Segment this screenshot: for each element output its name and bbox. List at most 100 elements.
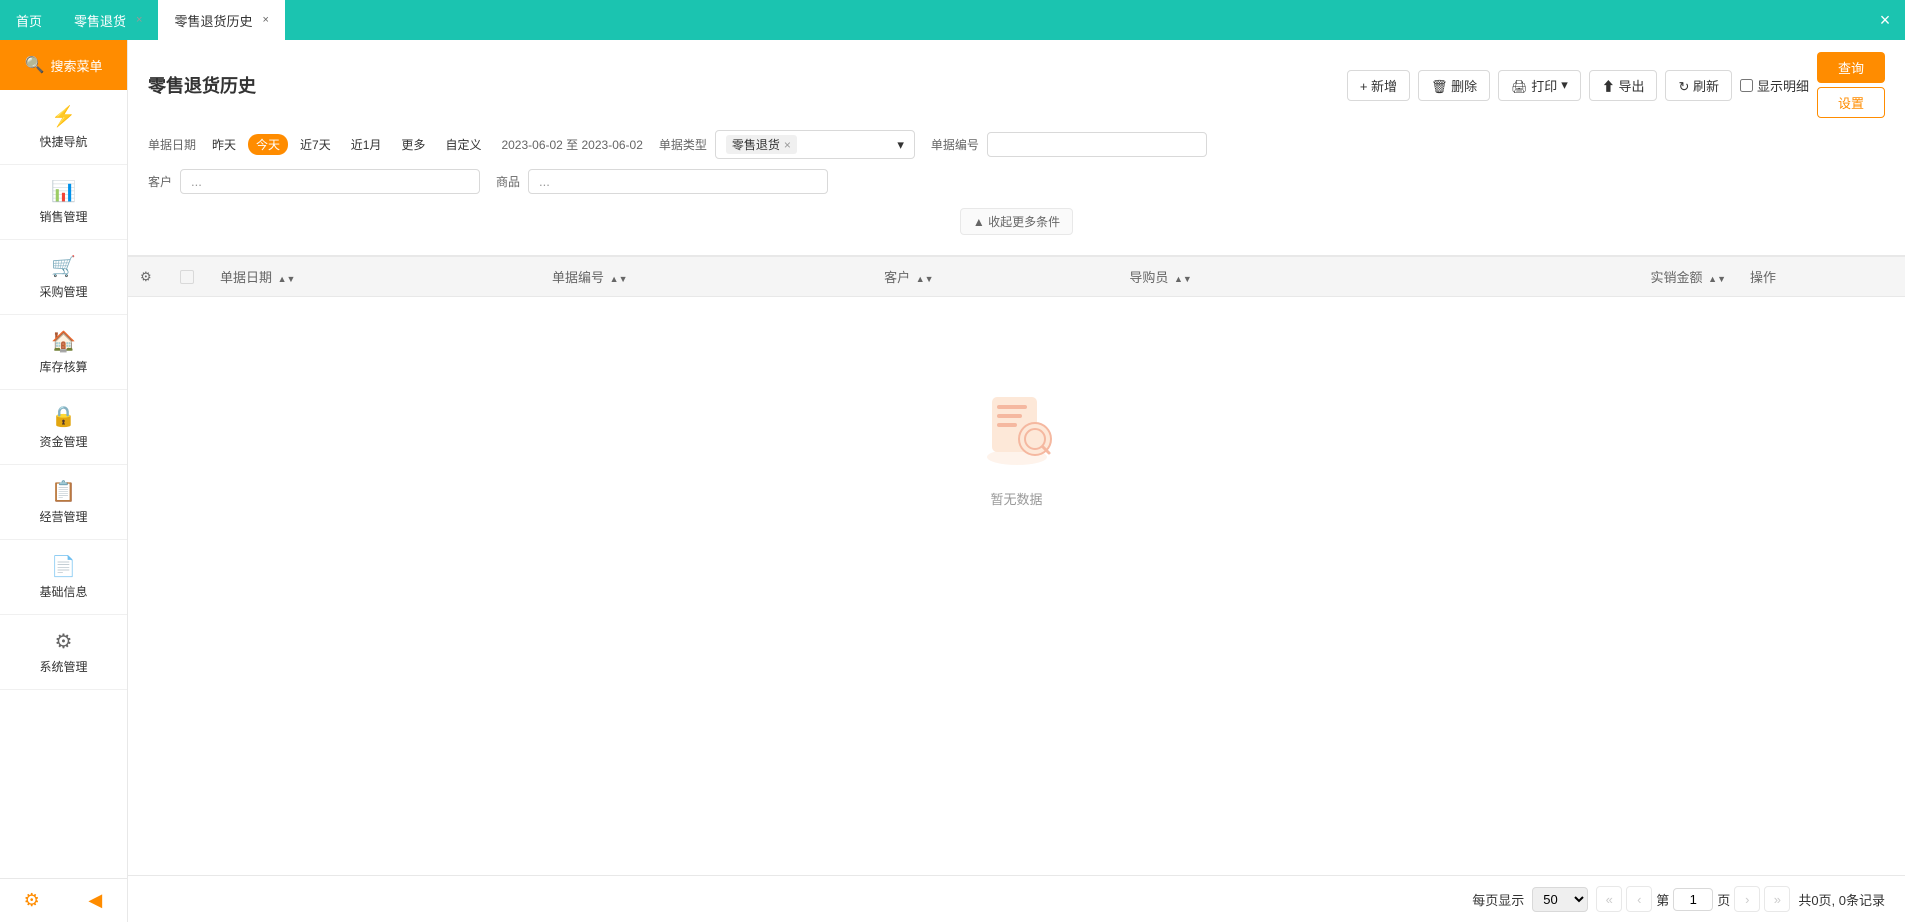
search-menu-button[interactable]: 🔍 搜索菜单 bbox=[0, 40, 127, 90]
last-page-button[interactable]: » bbox=[1764, 886, 1790, 912]
prev-page-button[interactable]: ‹ bbox=[1626, 886, 1652, 912]
filter-section: 零售退货历史 + 新增 🗑 删除 🖨 打印 ▾ ⬆ 导出 bbox=[128, 40, 1905, 256]
date-opt-custom[interactable]: 自定义 bbox=[437, 134, 489, 155]
next-page-icon: › bbox=[1745, 892, 1749, 907]
sidebar-item-quick-nav[interactable]: ⚡ 快捷导航 bbox=[0, 90, 127, 165]
bill-no-input[interactable] bbox=[987, 132, 1207, 157]
bill-type-tag: 零售退货 × bbox=[726, 135, 797, 154]
tab-retail-return-history-close[interactable]: × bbox=[262, 14, 268, 26]
print-dropdown-icon: ▾ bbox=[1561, 77, 1568, 93]
bill-no-label: 单据编号 bbox=[931, 136, 979, 153]
amount-sort-arrows: ▲▼ bbox=[1708, 275, 1726, 284]
total-records: 共0页, 0条记录 bbox=[1798, 890, 1885, 909]
display-detail-checkbox[interactable] bbox=[1740, 79, 1753, 92]
col-date[interactable]: 单据日期 ▲▼ bbox=[208, 257, 540, 297]
next-page-button[interactable]: › bbox=[1734, 886, 1760, 912]
goods-label: 商品 bbox=[496, 173, 520, 190]
query-button[interactable]: 查询 bbox=[1817, 52, 1885, 83]
sidebar-item-basic-info[interactable]: 📄 基础信息 bbox=[0, 540, 127, 615]
bill-type-tag-close[interactable]: × bbox=[784, 138, 791, 152]
collapse-filters-button[interactable]: ▲ 收起更多条件 bbox=[960, 208, 1073, 235]
tab-retail-return[interactable]: 零售退货 × bbox=[58, 0, 158, 40]
col-date-label: 单据日期 bbox=[220, 270, 272, 285]
bill-type-select[interactable]: 零售退货 × ▾ bbox=[715, 130, 915, 159]
filter-settings-label: 设置 bbox=[1838, 96, 1864, 111]
sidebar-item-system-mgmt[interactable]: ⚙ 系统管理 bbox=[0, 615, 127, 690]
delete-button-label: 🗑 删除 bbox=[1431, 76, 1477, 95]
date-opt-yesterday[interactable]: 昨天 bbox=[204, 134, 244, 155]
col-customer-label: 客户 bbox=[884, 270, 910, 285]
system-mgmt-icon: ⚙ bbox=[55, 629, 73, 654]
col-bill-no[interactable]: 单据编号 ▲▼ bbox=[540, 257, 872, 297]
delete-button[interactable]: 🗑 删除 bbox=[1418, 70, 1490, 101]
per-page-label: 每页显示 bbox=[1472, 890, 1524, 909]
filter-bill-no-item: 单据编号 bbox=[931, 132, 1207, 157]
refresh-button[interactable]: ↻ 刷新 bbox=[1665, 70, 1732, 101]
date-opt-more[interactable]: 更多 bbox=[393, 134, 433, 155]
date-sort-arrows: ▲▼ bbox=[278, 275, 296, 284]
sidebar-item-sales-mgmt[interactable]: 📊 销售管理 bbox=[0, 165, 127, 240]
last-page-icon: » bbox=[1774, 892, 1781, 907]
col-checkbox[interactable] bbox=[168, 257, 208, 297]
settings-icon: ⚙ bbox=[140, 269, 152, 284]
col-amount[interactable]: 实销金额 ▲▼ bbox=[1406, 257, 1738, 297]
top-bar: 首页 零售退货 × 零售退货历史 × × bbox=[0, 0, 1905, 40]
page-navigation: « ‹ 第 页 › » bbox=[1596, 886, 1790, 912]
sidebar-collapse-button[interactable]: ◀ bbox=[64, 879, 128, 922]
customer-label: 客户 bbox=[148, 173, 172, 190]
date-opt-today[interactable]: 今天 bbox=[248, 134, 288, 155]
prev-page-icon: ‹ bbox=[1637, 892, 1641, 907]
data-table: ⚙ 单据日期 ▲▼ 单据编号 ▲▼ bbox=[128, 257, 1905, 297]
first-page-button[interactable]: « bbox=[1596, 886, 1622, 912]
col-bill-no-label: 单据编号 bbox=[552, 270, 604, 285]
date-options: 昨天 今天 近7天 近1月 更多 自定义 bbox=[204, 134, 489, 155]
tab-home-label: 首页 bbox=[16, 11, 42, 30]
sidebar-item-basic-info-label: 基础信息 bbox=[39, 583, 87, 600]
sidebar-collapse-icon: ◀ bbox=[88, 890, 102, 911]
sidebar-item-purchase-mgmt-label: 采购管理 bbox=[39, 283, 87, 300]
goods-select[interactable]: ... bbox=[528, 169, 828, 194]
goods-ellipsis: ... bbox=[539, 174, 550, 189]
customer-select[interactable]: ... bbox=[180, 169, 480, 194]
col-customer[interactable]: 客户 ▲▼ bbox=[872, 257, 1117, 297]
sidebar-item-quick-nav-label: 快捷导航 bbox=[39, 133, 87, 150]
sidebar-item-finance[interactable]: 🔒 资金管理 bbox=[0, 390, 127, 465]
col-settings[interactable]: ⚙ bbox=[128, 257, 168, 297]
filter-settings-button[interactable]: 设置 bbox=[1817, 87, 1885, 118]
toolbar: + 新增 🗑 删除 🖨 打印 ▾ ⬆ 导出 ↻ 刷新 bbox=[1347, 52, 1885, 118]
window-close-button[interactable]: × bbox=[1865, 0, 1905, 40]
tab-retail-return-close[interactable]: × bbox=[136, 14, 142, 26]
export-button-label: ⬆ 导出 bbox=[1602, 76, 1645, 95]
per-page-select[interactable]: 50 100 200 bbox=[1532, 887, 1588, 912]
select-all-checkbox[interactable] bbox=[180, 270, 194, 284]
display-detail-toggle[interactable]: 显示明细 bbox=[1740, 76, 1809, 95]
print-button[interactable]: 🖨 打印 ▾ bbox=[1498, 70, 1581, 101]
page-suffix: 页 bbox=[1717, 890, 1730, 909]
sidebar-settings-button[interactable]: ⚙ bbox=[0, 879, 64, 922]
export-button[interactable]: ⬆ 导出 bbox=[1589, 70, 1658, 101]
filter-row-2: 客户 ... 商品 ... bbox=[148, 169, 1885, 194]
purchase-mgmt-icon: 🛒 bbox=[51, 254, 76, 279]
empty-state: 暂无数据 bbox=[128, 297, 1905, 588]
new-button[interactable]: + 新增 bbox=[1347, 70, 1410, 101]
tab-retail-return-label: 零售退货 bbox=[74, 11, 126, 30]
search-menu-label: 搜索菜单 bbox=[50, 56, 102, 75]
filter-goods-item: 商品 ... bbox=[496, 169, 828, 194]
operations-icon: 📋 bbox=[51, 479, 76, 504]
tab-home[interactable]: 首页 bbox=[0, 0, 58, 40]
sidebar-item-system-mgmt-label: 系统管理 bbox=[39, 658, 87, 675]
sidebar-item-operations[interactable]: 📋 经营管理 bbox=[0, 465, 127, 540]
date-opt-7days[interactable]: 近7天 bbox=[292, 134, 339, 155]
bill-type-tag-text: 零售退货 bbox=[732, 136, 780, 153]
date-opt-1month[interactable]: 近1月 bbox=[343, 134, 390, 155]
collapse-label: ▲ 收起更多条件 bbox=[973, 213, 1060, 230]
sidebar-item-purchase-mgmt[interactable]: 🛒 采购管理 bbox=[0, 240, 127, 315]
page-number-input[interactable] bbox=[1673, 888, 1713, 911]
table-header: ⚙ 单据日期 ▲▼ 单据编号 ▲▼ bbox=[128, 257, 1905, 297]
sidebar-item-inventory[interactable]: 🏠 库存核算 bbox=[0, 315, 127, 390]
filter-customer-item: 客户 ... bbox=[148, 169, 480, 194]
table-container: ⚙ 单据日期 ▲▼ 单据编号 ▲▼ bbox=[128, 256, 1905, 875]
col-guide[interactable]: 导购员 ▲▼ bbox=[1117, 257, 1406, 297]
tab-retail-return-history[interactable]: 零售退货历史 × bbox=[158, 0, 284, 40]
empty-text: 暂无数据 bbox=[990, 489, 1042, 508]
